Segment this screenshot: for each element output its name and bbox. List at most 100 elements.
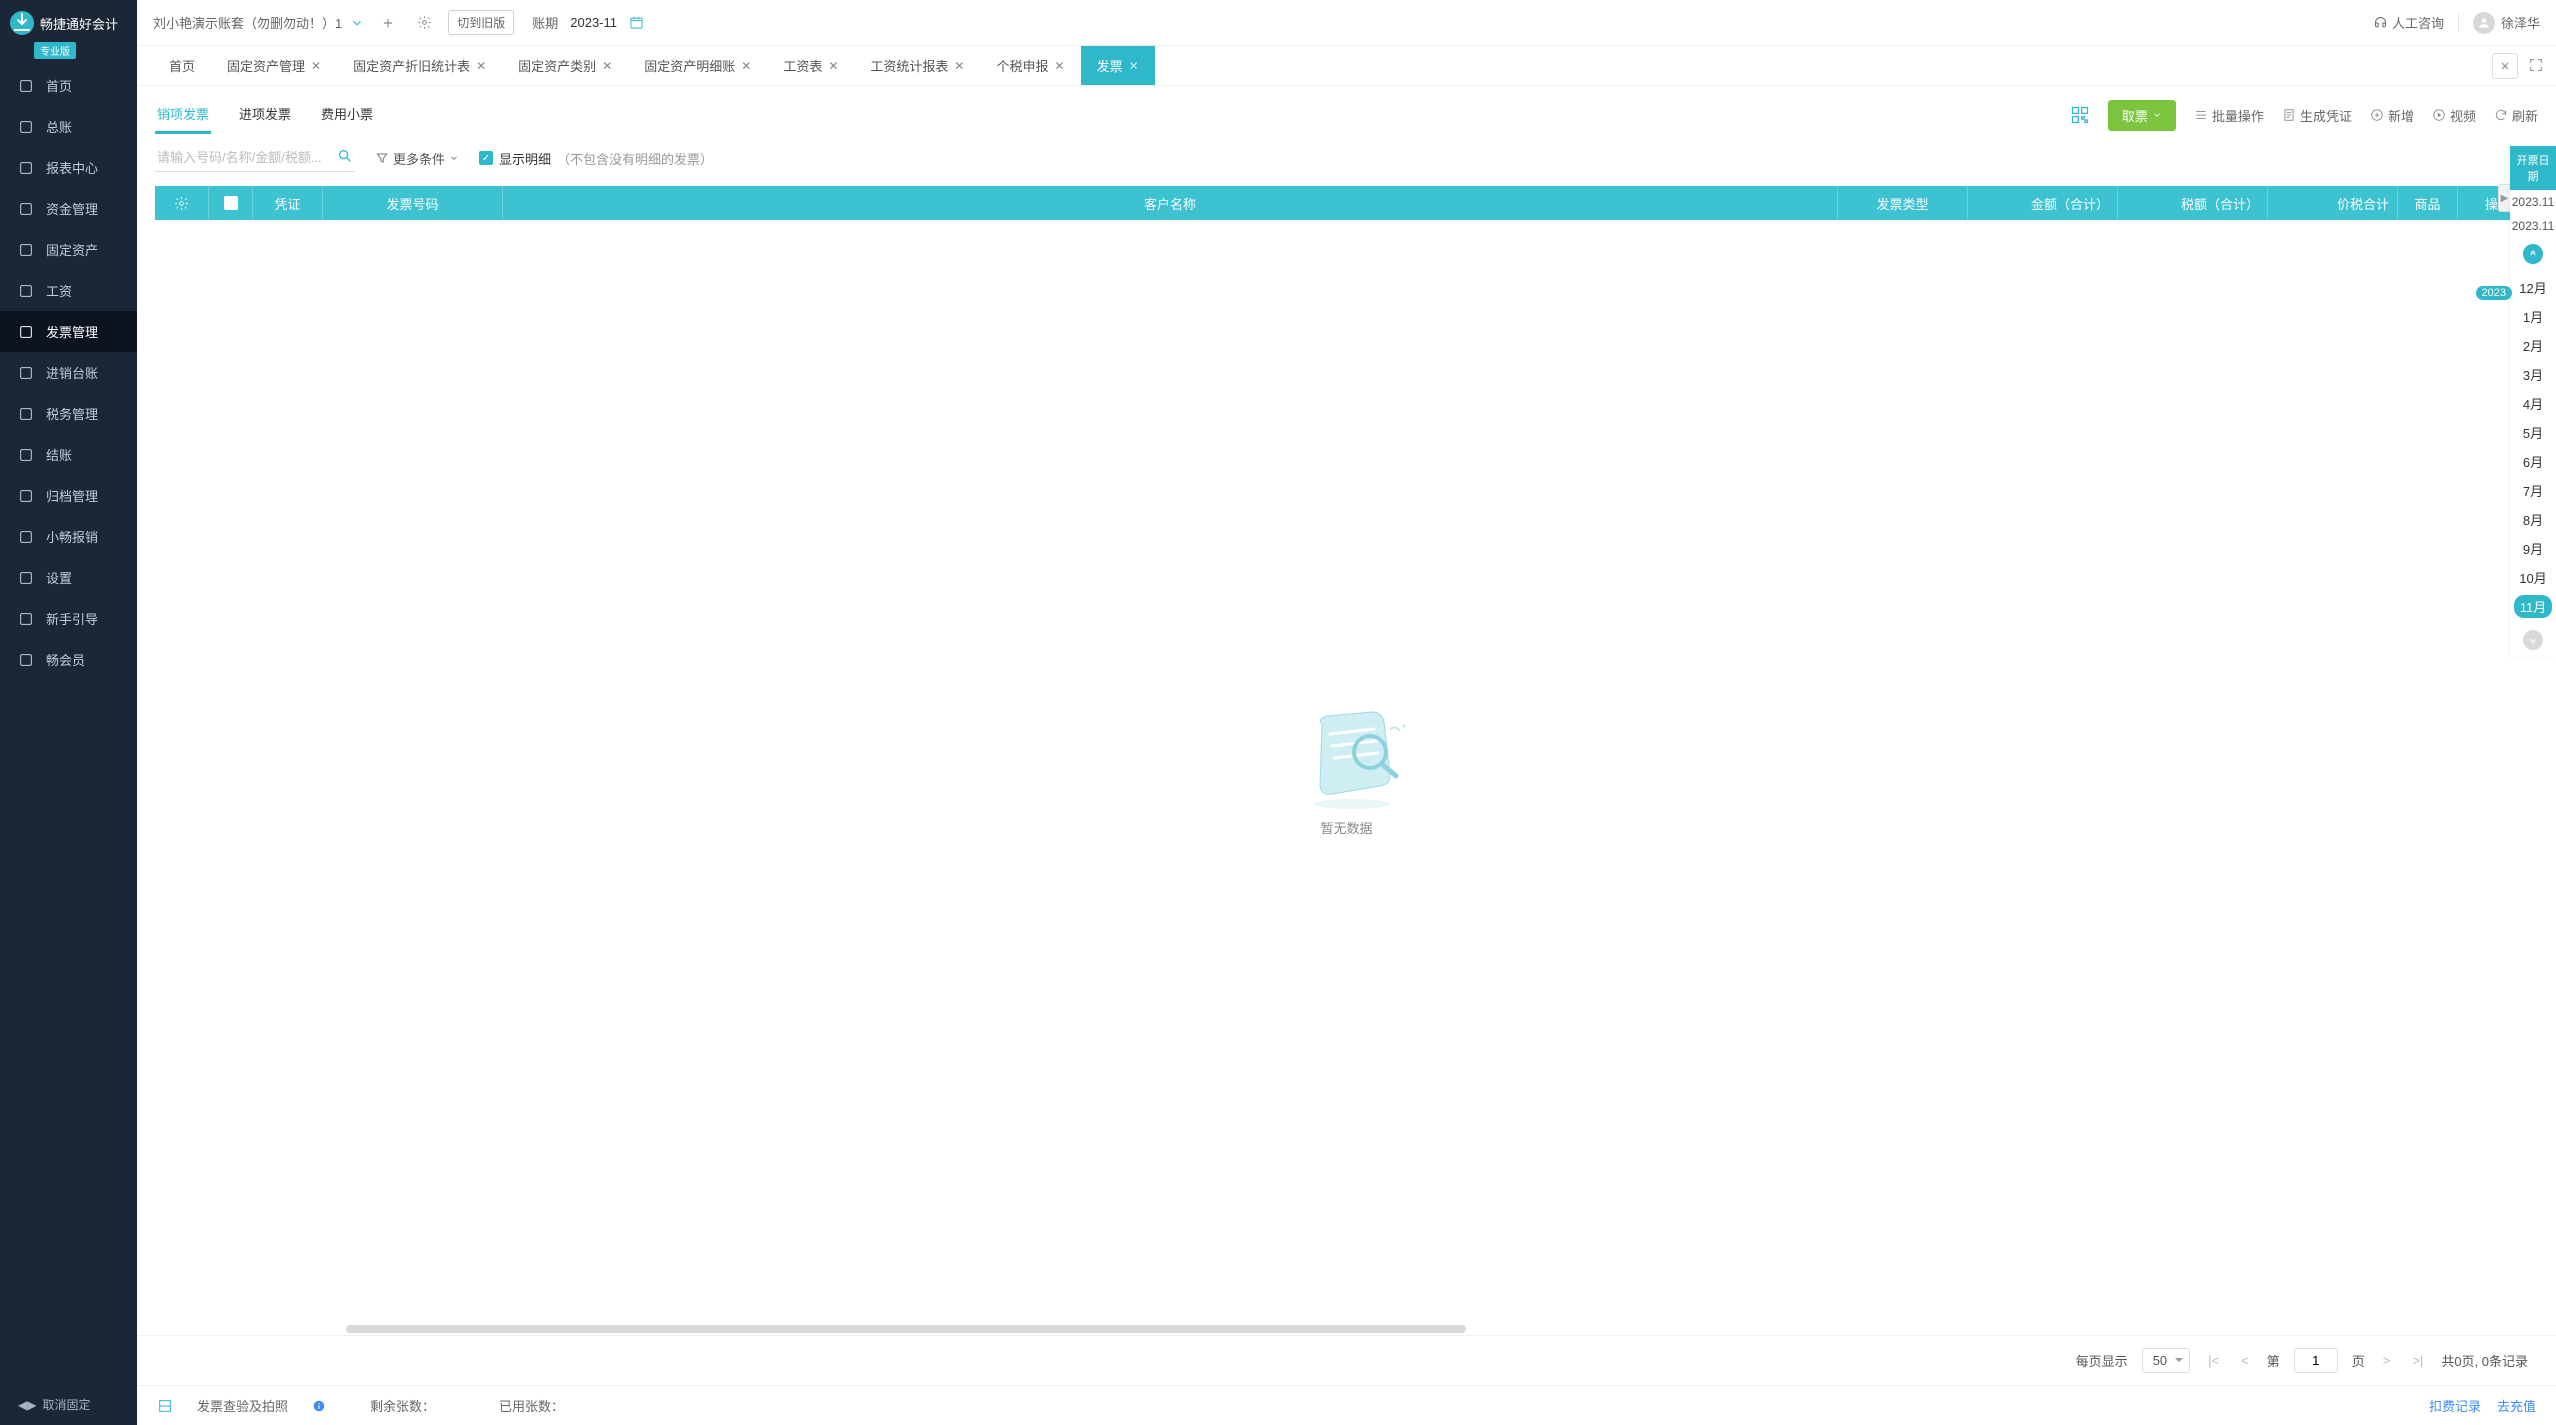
sidebar-item-8[interactable]: 税务管理: [0, 393, 137, 434]
account-selector[interactable]: 刘小艳演示账套（勿删勿动！）1: [153, 13, 364, 32]
month-item-7[interactable]: 7月: [2519, 479, 2547, 502]
sidebar-item-4[interactable]: 固定资产: [0, 229, 137, 270]
tab-8[interactable]: 发票✕: [1081, 46, 1155, 85]
date-year-from[interactable]: 2023.11: [2512, 190, 2555, 214]
month-item-0[interactable]: 12月: [2515, 276, 2550, 299]
refresh-button[interactable]: 刷新: [2494, 106, 2538, 125]
col-client[interactable]: 客户名称: [503, 186, 1838, 220]
col-tax[interactable]: 税额（合计）: [2118, 186, 2268, 220]
more-conditions-button[interactable]: 更多条件: [375, 149, 459, 168]
recharge-link[interactable]: 去充值: [2497, 1396, 2536, 1415]
col-invoice-no[interactable]: 发票号码: [323, 186, 503, 220]
scroll-down-button[interactable]: [2523, 630, 2543, 650]
month-item-11[interactable]: 11月: [2514, 595, 2553, 618]
close-icon[interactable]: ✕: [476, 59, 486, 73]
page-input[interactable]: [2294, 1348, 2338, 1373]
user-menu[interactable]: 徐泽华: [2473, 12, 2540, 34]
add-button[interactable]: 新增: [2370, 106, 2414, 125]
plus-circle-icon: [2370, 108, 2384, 122]
video-button[interactable]: 视频: [2432, 106, 2476, 125]
archive-icon: [18, 488, 34, 504]
sidebar-item-12[interactable]: 设置: [0, 557, 137, 598]
check-invoice-link[interactable]: 发票查验及拍照: [197, 1396, 288, 1415]
sidebar-item-3[interactable]: 资金管理: [0, 188, 137, 229]
scroll-up-button[interactable]: [2523, 244, 2543, 264]
tab-3[interactable]: 固定资产类别✕: [502, 46, 628, 85]
search-input[interactable]: [155, 144, 355, 172]
add-account-button[interactable]: [376, 11, 400, 35]
close-icon[interactable]: ✕: [1129, 59, 1139, 73]
month-item-5[interactable]: 5月: [2519, 421, 2547, 444]
sidebar-unpin[interactable]: ◀▶ 取消固定: [0, 1384, 137, 1425]
old-version-button[interactable]: 切到旧版: [448, 10, 514, 35]
sidebar-item-7[interactable]: 进销台账: [0, 352, 137, 393]
calendar-icon[interactable]: [629, 15, 644, 30]
month-item-3[interactable]: 3月: [2519, 363, 2547, 386]
search-icon[interactable]: [337, 148, 353, 164]
month-item-2[interactable]: 2月: [2519, 334, 2547, 357]
col-total[interactable]: 价税合计: [2268, 186, 2398, 220]
month-item-10[interactable]: 10月: [2515, 566, 2550, 589]
tab-6[interactable]: 工资统计报表✕: [854, 46, 980, 85]
sidebar-item-2[interactable]: 报表中心: [0, 147, 137, 188]
col-goods[interactable]: 商品: [2398, 186, 2458, 220]
horizontal-scrollbar[interactable]: [155, 1325, 2538, 1335]
tab-0[interactable]: 首页: [153, 46, 211, 85]
close-icon[interactable]: ✕: [1055, 59, 1065, 73]
prev-page-button[interactable]: <: [2237, 1353, 2253, 1368]
tab-5[interactable]: 工资表✕: [767, 46, 854, 85]
sidebar-item-6[interactable]: 发票管理: [0, 311, 137, 352]
date-panel-collapse[interactable]: ▶: [2498, 184, 2510, 212]
sidebar-item-5[interactable]: 工资: [0, 270, 137, 311]
fetch-invoice-button[interactable]: 取票: [2108, 100, 2176, 131]
col-type[interactable]: 发票类型: [1838, 186, 1968, 220]
close-icon[interactable]: ✕: [828, 59, 838, 73]
first-page-button[interactable]: |<: [2204, 1353, 2223, 1368]
sidebar-item-9[interactable]: 结账: [0, 434, 137, 475]
close-icon[interactable]: ✕: [311, 59, 321, 73]
batch-ops-button[interactable]: 批量操作: [2194, 106, 2264, 125]
close-tab-button[interactable]: [2492, 53, 2518, 79]
sidebar-item-14[interactable]: 畅会员: [0, 639, 137, 680]
col-amount[interactable]: 金额（合计）: [1968, 186, 2118, 220]
consult-button[interactable]: 人工咨询: [2373, 13, 2444, 32]
close-icon[interactable]: ✕: [954, 59, 964, 73]
scrollbar-thumb[interactable]: [346, 1325, 1466, 1333]
sidebar-item-0[interactable]: 首页: [0, 65, 137, 106]
per-page-select[interactable]: 50: [2142, 1348, 2190, 1373]
gen-voucher-button[interactable]: 生成凭证: [2282, 106, 2352, 125]
month-item-8[interactable]: 8月: [2519, 508, 2547, 531]
tab-4[interactable]: 固定资产明细账✕: [628, 46, 767, 85]
close-icon[interactable]: ✕: [741, 59, 751, 73]
tab-2[interactable]: 固定资产折旧统计表✕: [337, 46, 502, 85]
tab-7[interactable]: 个税申报✕: [980, 46, 1080, 85]
next-page-button[interactable]: >: [2379, 1353, 2395, 1368]
month-item-1[interactable]: 1月: [2519, 305, 2547, 328]
subtab-0[interactable]: 销项发票: [155, 96, 211, 134]
tab-1[interactable]: 固定资产管理✕: [211, 46, 337, 85]
fullscreen-button[interactable]: [2528, 57, 2546, 75]
sidebar-item-11[interactable]: 小畅报销: [0, 516, 137, 557]
close-icon[interactable]: ✕: [602, 59, 612, 73]
month-item-4[interactable]: 4月: [2519, 392, 2547, 415]
account-settings-button[interactable]: [412, 11, 436, 35]
month-item-6[interactable]: 6月: [2519, 450, 2547, 473]
deduction-log-link[interactable]: 扣费记录: [2429, 1396, 2481, 1415]
last-page-button[interactable]: >|: [2408, 1353, 2427, 1368]
date-panel-header[interactable]: 开票日期: [2510, 146, 2556, 190]
subtab-1[interactable]: 进项发票: [237, 96, 293, 134]
column-settings-button[interactable]: [155, 186, 209, 220]
col-voucher[interactable]: 凭证: [253, 186, 323, 220]
brand-logo[interactable]: 畅捷通好会计: [0, 0, 137, 46]
show-detail-checkbox[interactable]: ✓ 显示明细 （不包含没有明细的发票）: [479, 149, 713, 168]
sidebar-item-1[interactable]: 总账: [0, 106, 137, 147]
select-all-checkbox[interactable]: [209, 186, 253, 220]
subtab-2[interactable]: 费用小票: [319, 96, 375, 134]
info-icon[interactable]: [312, 1399, 326, 1413]
qrcode-button[interactable]: [2070, 105, 2090, 125]
add-label: 新增: [2388, 106, 2414, 125]
month-item-9[interactable]: 9月: [2519, 537, 2547, 560]
sidebar-item-13[interactable]: 新手引导: [0, 598, 137, 639]
sidebar-item-10[interactable]: 归档管理: [0, 475, 137, 516]
date-year-to[interactable]: 2023.11: [2512, 214, 2555, 238]
